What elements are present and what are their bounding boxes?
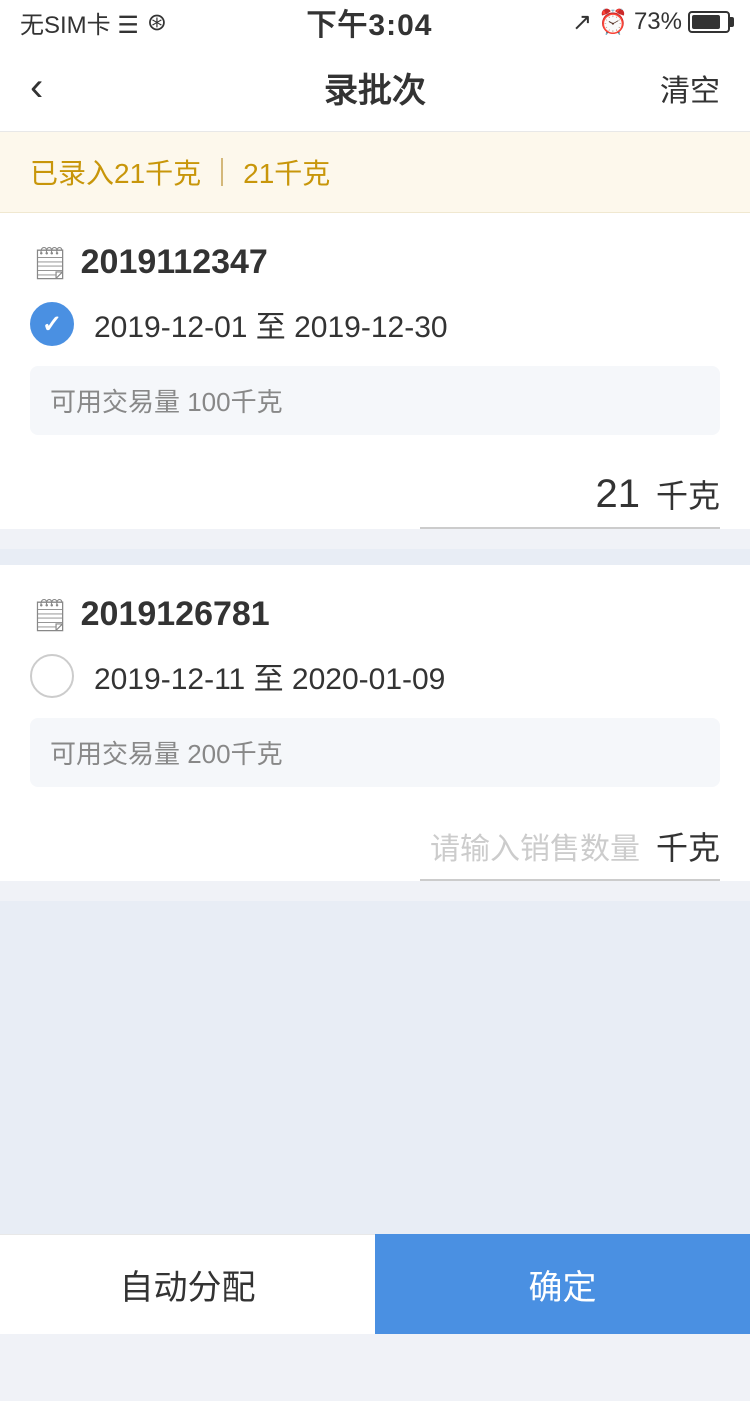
quantity-unit-1: 千克 bbox=[656, 471, 720, 517]
status-left: 无SIM卡 ☰ ⊛ bbox=[20, 5, 167, 40]
radio-2[interactable] bbox=[30, 654, 74, 698]
quantity-underline-2 bbox=[420, 879, 720, 881]
content-area: 已录入21千克 21千克 🗒 2019112347 ✓ 2019-12-01 至… bbox=[0, 132, 750, 1401]
batch-id-2: 2019126781 bbox=[81, 595, 270, 634]
info-banner: 已录入21千克 21千克 bbox=[0, 132, 750, 213]
auto-distribute-button[interactable]: 自动分配 bbox=[0, 1234, 375, 1334]
section-divider bbox=[0, 549, 750, 565]
batch-date-1: 2019-12-01 至 2019-12-30 bbox=[94, 302, 448, 346]
back-button[interactable]: ‹ bbox=[30, 65, 90, 110]
quantity-underline-1 bbox=[420, 527, 720, 529]
sim-label: 无SIM卡 ☰ bbox=[20, 5, 139, 40]
batch-card-2: 🗒 2019126781 2019-12-11 至 2020-01-09 可用交… bbox=[0, 565, 750, 881]
status-right: ↗ ⏰ 73% bbox=[572, 8, 730, 37]
check-icon-1: ✓ bbox=[42, 310, 62, 339]
bottom-bar: 自动分配 确定 bbox=[0, 1234, 750, 1334]
alarm-icon: ⏰ bbox=[598, 8, 628, 37]
batch-date-2: 2019-12-11 至 2020-01-09 bbox=[94, 654, 445, 698]
batch-row-1[interactable]: ✓ 2019-12-01 至 2019-12-30 bbox=[0, 292, 750, 356]
status-time: 下午3:04 bbox=[306, 0, 432, 44]
quantity-input-row: 请输入销售数量 千克 bbox=[0, 803, 750, 879]
status-bar: 无SIM卡 ☰ ⊛ 下午3:04 ↗ ⏰ 73% bbox=[0, 0, 750, 44]
confirm-button[interactable]: 确定 bbox=[375, 1234, 750, 1334]
quantity-unit-2: 千克 bbox=[656, 823, 720, 869]
info-value: 21千克 bbox=[243, 152, 330, 192]
battery-percent: 73% bbox=[634, 8, 682, 36]
battery-icon bbox=[688, 11, 730, 33]
quantity-row-1: 21 千克 bbox=[0, 451, 750, 527]
page-title: 录批次 bbox=[324, 63, 426, 112]
quantity-value-1: 21 bbox=[595, 472, 640, 517]
quantity-input-placeholder: 请输入销售数量 bbox=[430, 824, 640, 868]
batch-icon-1: 🗒 bbox=[30, 244, 71, 282]
batch-id-1: 2019112347 bbox=[81, 243, 268, 282]
location-icon: ↗ bbox=[572, 8, 592, 37]
radio-1[interactable]: ✓ bbox=[30, 302, 74, 346]
wifi-icon: ⊛ bbox=[147, 8, 167, 37]
batch-card-1: 🗒 2019112347 ✓ 2019-12-01 至 2019-12-30 可… bbox=[0, 213, 750, 529]
batch-row-2[interactable]: 2019-12-11 至 2020-01-09 bbox=[0, 644, 750, 708]
nav-bar: ‹ 录批次 清空 bbox=[0, 44, 750, 132]
batch-icon-2: 🗒 bbox=[30, 596, 71, 634]
batch-avail-1: 可用交易量 100千克 bbox=[30, 366, 720, 435]
batch-header-2: 🗒 2019126781 bbox=[0, 565, 750, 644]
info-divider bbox=[221, 158, 223, 186]
batch-header-1: 🗒 2019112347 bbox=[0, 213, 750, 292]
batch-avail-2: 可用交易量 200千克 bbox=[30, 718, 720, 787]
clear-button[interactable]: 清空 bbox=[660, 66, 720, 110]
info-label: 已录入21千克 bbox=[30, 152, 201, 192]
